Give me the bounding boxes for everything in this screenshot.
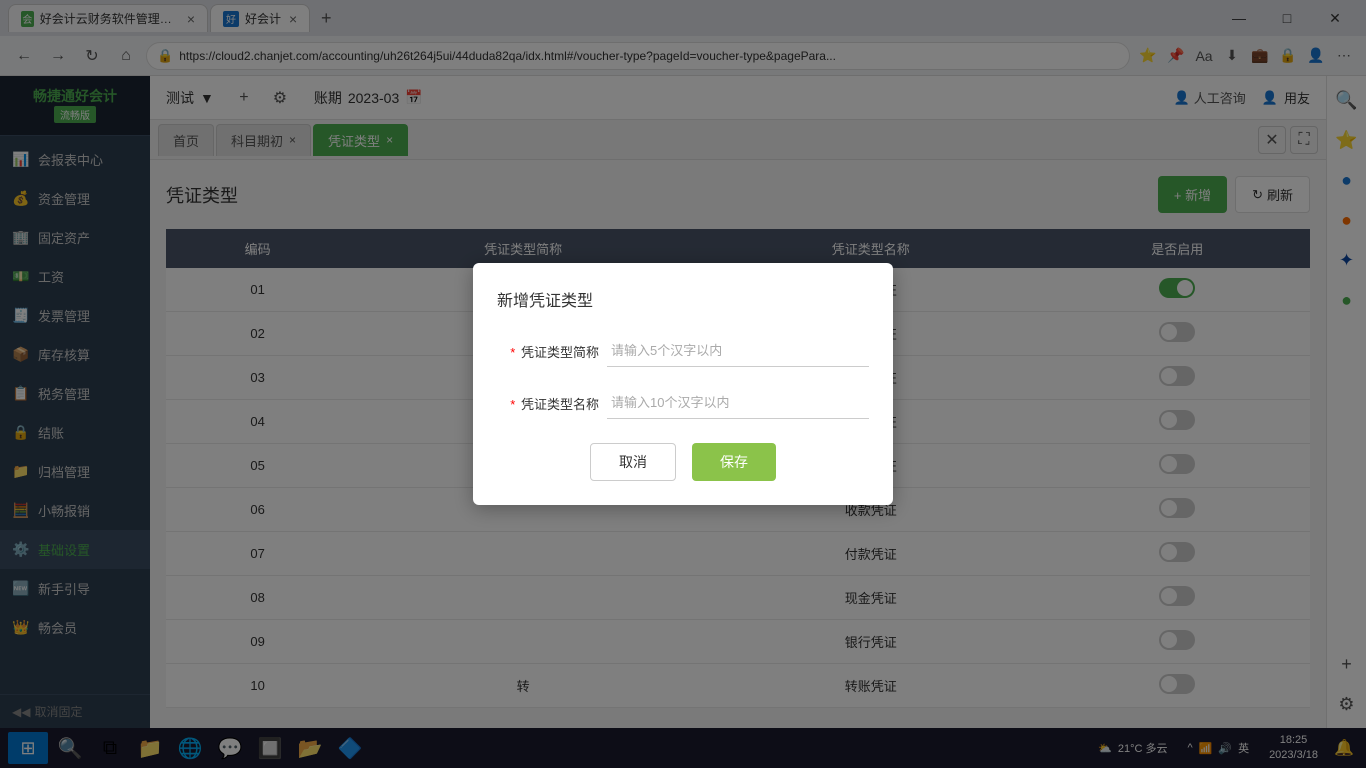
label-name-text: 凭证类型名称 bbox=[521, 397, 599, 412]
modal-footer: 取消 保存 bbox=[497, 443, 869, 481]
form-row-name: * 凭证类型名称 bbox=[497, 387, 869, 419]
label-abbr-text: 凭证类型简称 bbox=[521, 345, 599, 360]
cancel-button[interactable]: 取消 bbox=[590, 443, 676, 481]
required-mark-1: * bbox=[510, 345, 515, 360]
modal-overlay: 新增凭证类型 * 凭证类型简称 * 凭证类型名称 取消 保存 bbox=[0, 0, 1366, 768]
save-button[interactable]: 保存 bbox=[692, 443, 776, 481]
required-mark-2: * bbox=[510, 397, 515, 412]
form-label-abbr: * 凭证类型简称 bbox=[497, 342, 607, 361]
modal-dialog: 新增凭证类型 * 凭证类型简称 * 凭证类型名称 取消 保存 bbox=[473, 263, 893, 505]
form-row-abbr: * 凭证类型简称 bbox=[497, 335, 869, 367]
input-name[interactable] bbox=[607, 387, 869, 419]
form-label-name: * 凭证类型名称 bbox=[497, 394, 607, 413]
modal-title: 新增凭证类型 bbox=[497, 287, 869, 311]
input-abbr[interactable] bbox=[607, 335, 869, 367]
